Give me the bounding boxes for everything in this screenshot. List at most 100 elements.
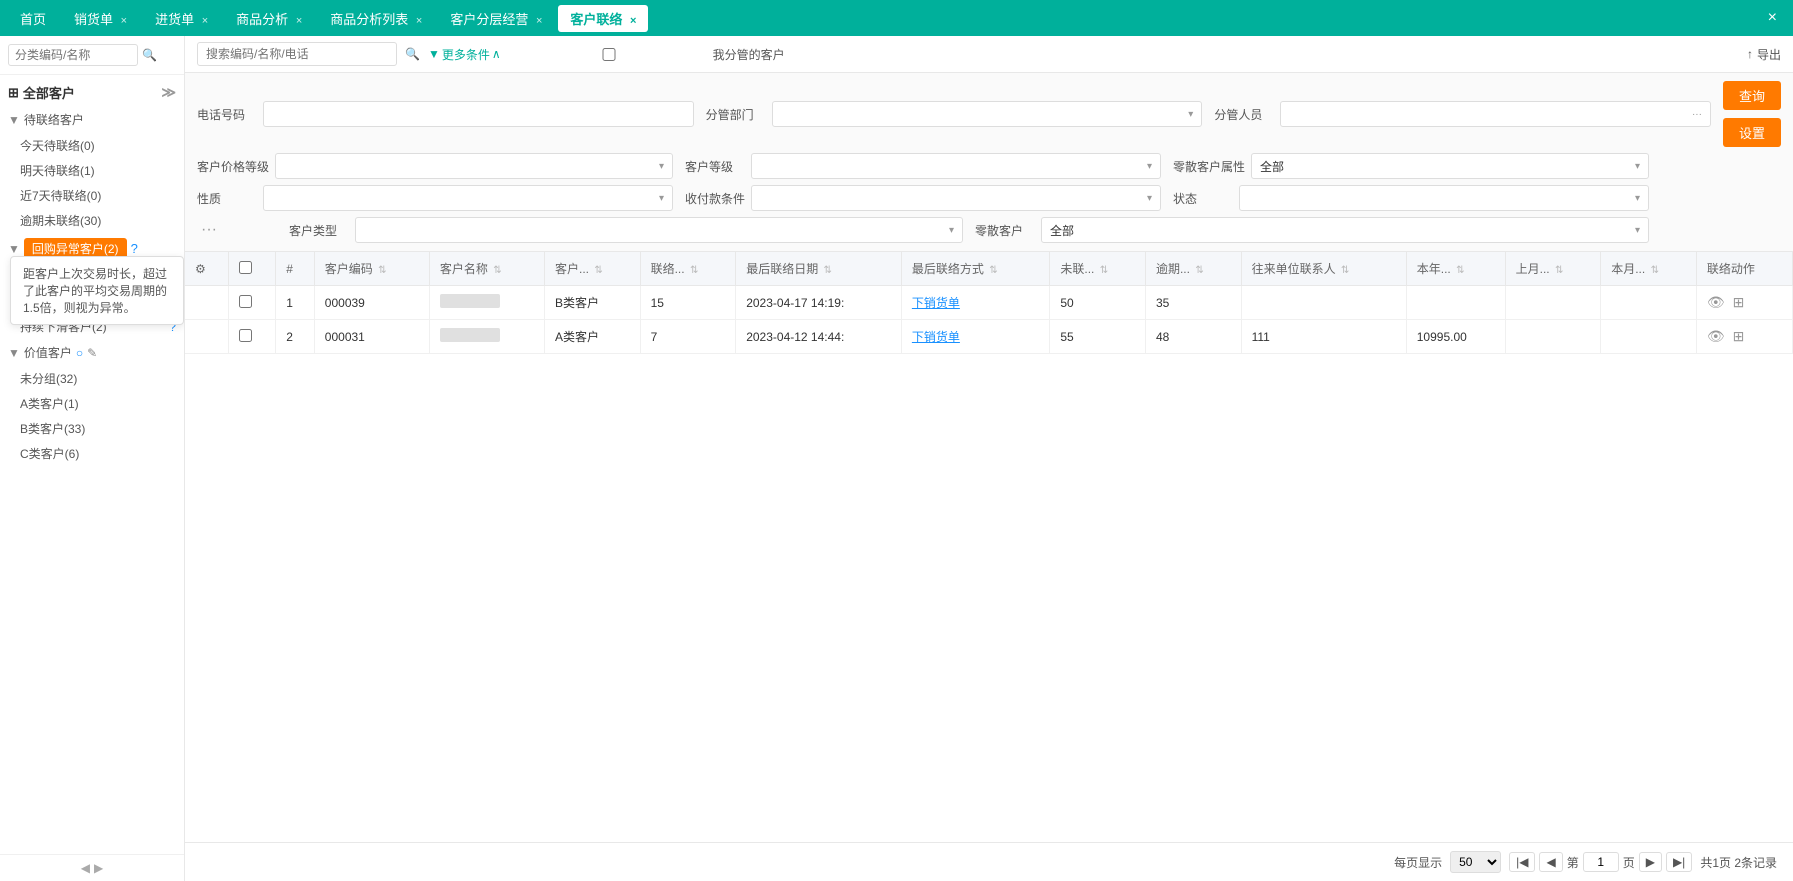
- sidebar-item-today-pending[interactable]: 今天待联络(0): [0, 133, 184, 158]
- sidebar-search-input[interactable]: [8, 44, 138, 66]
- th-unreached[interactable]: 未联... ⇅: [1050, 252, 1146, 286]
- nav-goods-list[interactable]: 商品分析列表 ×: [318, 5, 434, 32]
- sidebar-left-arrow[interactable]: ◀: [81, 861, 90, 875]
- first-page-btn[interactable]: |◀: [1509, 852, 1535, 872]
- retail-customer-select[interactable]: 全部 ▾: [1041, 217, 1649, 243]
- action-buttons: 查询 设置: [1723, 81, 1781, 147]
- phone-input[interactable]: [263, 101, 694, 127]
- th-overdue[interactable]: 逾期... ⇅: [1145, 252, 1241, 286]
- chevron-down-icon: ▾: [1188, 109, 1193, 120]
- nav-customer-contact-close[interactable]: ×: [630, 15, 636, 27]
- last-page-btn[interactable]: ▶|: [1666, 852, 1692, 872]
- contact-method-link[interactable]: 下销货单: [912, 296, 960, 310]
- value-customers-edit[interactable]: ✎: [87, 346, 97, 360]
- data-table-container: ⚙ # 客户编码 ⇅ 客户名称 ⇅ 客户... ⇅ 联络... ⇅ 最后联络日期…: [185, 252, 1793, 842]
- th-settings[interactable]: ⚙: [185, 252, 228, 286]
- nav-customer-tier-close[interactable]: ×: [536, 15, 542, 27]
- filter-search-icon[interactable]: 🔍: [405, 47, 420, 61]
- row-checkbox: [228, 286, 275, 320]
- nav-sales[interactable]: 销货单 ×: [62, 5, 139, 32]
- nav-goods-analysis[interactable]: 商品分析 ×: [224, 5, 314, 32]
- nav-goods-list-close[interactable]: ×: [416, 15, 422, 27]
- prev-page-btn[interactable]: ◀: [1539, 852, 1562, 872]
- sidebar-collapse-btn[interactable]: ≫: [161, 84, 176, 101]
- more-filters-btn[interactable]: ···: [197, 221, 221, 239]
- action-more-icon[interactable]: ⊞: [1733, 294, 1745, 311]
- sidebar-item-ungrouped[interactable]: 未分组(32): [0, 366, 184, 391]
- nav-goods-close[interactable]: ×: [296, 15, 302, 27]
- sidebar-item-overdue-contact[interactable]: 逾期未联络(30): [0, 208, 184, 233]
- sidebar-item-b-class[interactable]: B类客户(33): [0, 416, 184, 441]
- customer-type-select[interactable]: ▾: [355, 217, 963, 243]
- th-last-month[interactable]: 上月... ⇅: [1505, 252, 1601, 286]
- help-icon-repurchase[interactable]: ?: [131, 241, 138, 256]
- nav-customer-contact[interactable]: 客户联络 ×: [558, 5, 648, 32]
- price-grade-select[interactable]: ▾: [275, 153, 673, 179]
- export-button[interactable]: ↑ 导出: [1747, 46, 1781, 63]
- per-page-select[interactable]: 10 20 50 100: [1450, 851, 1501, 873]
- sidebar-item-7days-pending[interactable]: 近7天待联络(0): [0, 183, 184, 208]
- group-value-customers[interactable]: ▼ 价值客户 ○ ✎: [0, 339, 184, 366]
- action-more-icon[interactable]: ⊞: [1733, 328, 1745, 345]
- th-last-contact-date[interactable]: 最后联络日期 ⇅: [736, 252, 902, 286]
- row-select-checkbox[interactable]: [239, 295, 252, 308]
- contact-method-link[interactable]: 下销货单: [912, 330, 960, 344]
- sidebar-search-area: 🔍: [0, 36, 184, 75]
- row-last-contact-date: 2023-04-12 14:44:: [736, 320, 902, 354]
- row-name: [429, 320, 544, 354]
- next-page-btn[interactable]: ▶: [1639, 852, 1662, 872]
- search-input[interactable]: [197, 42, 397, 66]
- nav-sales-close[interactable]: ×: [121, 15, 127, 27]
- row-index: 1: [276, 286, 315, 320]
- sidebar-item-tomorrow-pending[interactable]: 明天待联络(1): [0, 158, 184, 183]
- window-close-btn[interactable]: ×: [1760, 7, 1785, 29]
- th-contact[interactable]: 联络... ⇅: [640, 252, 736, 286]
- more-conditions-btn[interactable]: ▼ 更多条件 ∧: [428, 46, 501, 63]
- row-unit-contact: [1241, 286, 1406, 320]
- payment-select[interactable]: ▾: [751, 185, 1161, 211]
- th-name[interactable]: 客户名称 ⇅: [429, 252, 544, 286]
- row-settings: [185, 286, 228, 320]
- settings-button[interactable]: 设置: [1723, 118, 1781, 147]
- th-this-year[interactable]: 本年... ⇅: [1406, 252, 1505, 286]
- customer-grade-select[interactable]: ▾: [751, 153, 1161, 179]
- nav-purchase-close[interactable]: ×: [202, 15, 208, 27]
- th-this-month[interactable]: 本月... ⇅: [1601, 252, 1697, 286]
- sidebar-right-arrow[interactable]: ▶: [94, 861, 103, 875]
- all-customers-title[interactable]: ⊞ 全部客户 ≫: [0, 75, 184, 106]
- row-settings: [185, 320, 228, 354]
- group-pending-contact[interactable]: ▼ 待联络客户: [0, 106, 184, 133]
- nature-select[interactable]: ▾: [263, 185, 673, 211]
- retail-attr-select[interactable]: 全部 ▾: [1251, 153, 1649, 179]
- chevron-down-icon-3: ▾: [1147, 161, 1152, 172]
- advanced-filters: 电话号码 分管部门 ▾ 分管人员 ···: [185, 73, 1793, 252]
- status-select[interactable]: ▾: [1239, 185, 1649, 211]
- my-customers-checkbox[interactable]: [509, 48, 709, 61]
- value-customers-help[interactable]: ○: [76, 346, 83, 360]
- th-code[interactable]: 客户编码 ⇅: [314, 252, 429, 286]
- nav-customer-tier[interactable]: 客户分层经营 ×: [438, 5, 554, 32]
- th-type[interactable]: 客户... ⇅: [544, 252, 640, 286]
- nav-home[interactable]: 首页: [8, 5, 58, 32]
- th-unit-contact[interactable]: 往来单位联系人 ⇅: [1241, 252, 1406, 286]
- chevron-down-icon-9: ▾: [1635, 225, 1640, 236]
- filter-icon: ▼: [428, 47, 440, 61]
- manager-select[interactable]: ···: [1280, 101, 1711, 127]
- sort-overdue: ⇅: [1195, 265, 1203, 276]
- sidebar-item-a-class[interactable]: A类客户(1): [0, 391, 184, 416]
- row-select-checkbox[interactable]: [239, 329, 252, 342]
- nav-purchase[interactable]: 进货单 ×: [143, 5, 220, 32]
- row-checkbox: [228, 320, 275, 354]
- dept-select[interactable]: ▾: [772, 101, 1203, 127]
- query-button[interactable]: 查询: [1723, 81, 1781, 110]
- sidebar-item-c-class[interactable]: C类客户(6): [0, 441, 184, 466]
- action-view-icon[interactable]: 👁: [1707, 328, 1725, 345]
- row-unreached: 55: [1050, 320, 1146, 354]
- select-all-checkbox[interactable]: [239, 261, 252, 274]
- page-input[interactable]: [1583, 852, 1619, 872]
- sort-unit: ⇅: [1341, 265, 1349, 276]
- th-last-contact-method[interactable]: 最后联络方式 ⇅: [901, 252, 1049, 286]
- action-view-icon[interactable]: 👁: [1707, 294, 1725, 311]
- sidebar-search-icon[interactable]: 🔍: [142, 48, 157, 62]
- sort-month: ⇅: [1651, 265, 1659, 276]
